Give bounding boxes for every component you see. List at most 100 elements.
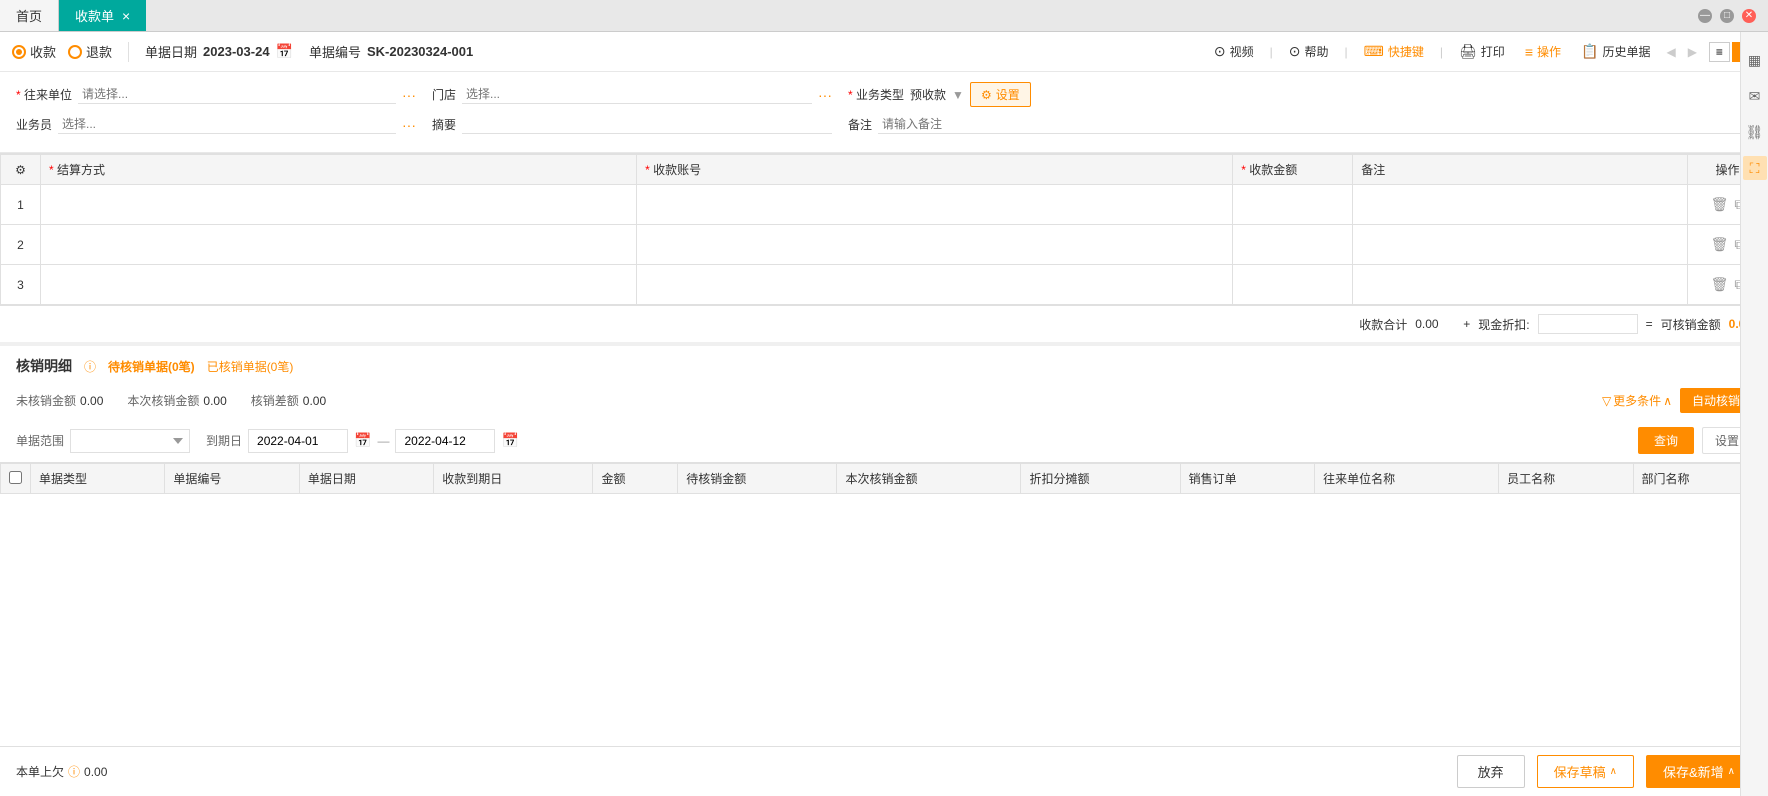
cal-icon-to[interactable]: 📅 — [501, 432, 518, 449]
col-header-checkbox[interactable] — [1, 464, 31, 494]
window-minimize-button[interactable]: — — [1698, 9, 1712, 23]
row-delete-icon-3[interactable]: 🗑 — [1711, 276, 1729, 293]
row-account-1[interactable] — [637, 185, 1233, 225]
current-verify-label: 本次核销金额 — [127, 392, 199, 409]
footer-stat-value: 0.00 — [84, 765, 107, 779]
settings-button[interactable]: ⚙ 设置 — [970, 82, 1031, 107]
verified-tab-link[interactable]: 已核销单据(0笔) — [207, 358, 294, 375]
sidebar-mail-icon[interactable]: ✉ — [1743, 84, 1767, 108]
list-view-button[interactable]: ≡ — [1709, 42, 1730, 62]
query-button[interactable]: 查询 — [1638, 427, 1694, 454]
row-remark-1[interactable] — [1353, 185, 1688, 225]
store-more-icon[interactable]: ··· — [818, 87, 832, 103]
window-close-button[interactable]: ✕ — [1742, 9, 1756, 23]
range-select[interactable] — [70, 429, 190, 453]
business-arrow-icon[interactable]: ▼ — [952, 88, 964, 102]
salesperson-input[interactable] — [58, 115, 396, 134]
business-value: 预收款 — [910, 86, 946, 103]
radio-refund[interactable]: 退款 — [68, 42, 112, 61]
more-conditions-button[interactable]: ▽ 更多条件 ∧ — [1602, 392, 1672, 409]
current-tab-label: 收款单 — [75, 6, 114, 25]
operation-icon: ≡ — [1525, 44, 1533, 60]
row-delete-icon-2[interactable]: 🗑 — [1711, 236, 1729, 253]
row-num-1: 1 — [1, 185, 41, 225]
row-remark-3[interactable] — [1353, 265, 1688, 305]
remark-input[interactable] — [878, 115, 1752, 134]
window-maximize-button[interactable]: □ — [1720, 9, 1734, 23]
diff-stat: 核销差额 0.00 — [251, 392, 326, 409]
tab-close-icon[interactable]: × — [122, 8, 130, 24]
video-button[interactable]: ⊙ 视频 — [1210, 41, 1258, 62]
radio-receipt[interactable]: 收款 — [12, 42, 56, 61]
row-account-3[interactable] — [637, 265, 1233, 305]
home-label: 首页 — [16, 6, 42, 25]
date-value: 2023-03-24 — [203, 44, 270, 59]
date-field: 单据日期 2023-03-24 📅 — [145, 42, 293, 61]
row-num-3: 3 — [1, 265, 41, 305]
pending-tab-link[interactable]: 待核销单据(0笔) — [108, 358, 195, 375]
tab-current[interactable]: 收款单 × — [59, 0, 146, 31]
row-settlement-1[interactable] — [41, 185, 637, 225]
history-button[interactable]: 📋 历史单据 — [1577, 41, 1654, 62]
sidebar-expand-icon[interactable]: ⛶ — [1743, 156, 1767, 180]
due-label: 到期日 — [206, 432, 242, 449]
sidebar-table-icon[interactable]: ▦ — [1743, 48, 1767, 72]
row-delete-icon-1[interactable]: 🗑 — [1711, 196, 1729, 213]
bottom-table-wrapper: 单据类型 单据编号 单据日期 收款到期日 金额 待核销金额 — [0, 463, 1768, 746]
partner-more-icon[interactable]: ··· — [402, 87, 416, 103]
filter-area: ▽ 更多条件 ∧ 自动核销 — [1602, 388, 1752, 413]
summary-input[interactable] — [462, 115, 832, 134]
due-to-input[interactable] — [395, 429, 495, 453]
row-num-2: 2 — [1, 225, 41, 265]
receipt-table-wrapper: ⚙ * 结算方式 * 收款账号 * 收款金额 — [0, 153, 1768, 305]
verification-info-icon[interactable]: ⓘ — [84, 358, 96, 375]
tab-home[interactable]: 首页 — [0, 0, 59, 31]
col-header-account: * 收款账号 — [637, 155, 1233, 185]
col-header-settings[interactable]: ⚙ — [1, 155, 41, 185]
footer-stat: 本单上欠 ⓘ 0.00 — [16, 763, 107, 780]
number-label: 单据编号 — [309, 42, 361, 61]
operation-button[interactable]: ≡ 操作 — [1521, 41, 1565, 62]
total-value: 0.00 — [1415, 317, 1455, 331]
settings-gear-icon: ⚙ — [981, 88, 992, 102]
print-button[interactable]: 🖨 打印 — [1455, 41, 1509, 62]
number-value: SK-20230324-001 — [367, 44, 473, 59]
calendar-icon[interactable]: 📅 — [276, 43, 293, 60]
row-amount-1[interactable] — [1233, 185, 1353, 225]
cal-icon-from[interactable]: 📅 — [354, 432, 371, 449]
row-settlement-2[interactable] — [41, 225, 637, 265]
save-new-button[interactable]: 保存&新增 ∧ — [1646, 755, 1752, 788]
row-amount-2[interactable] — [1233, 225, 1353, 265]
main-toolbar: 收款 退款 单据日期 2023-03-24 📅 单据编号 SK-20230324… — [0, 32, 1768, 72]
help-button[interactable]: ⊙ 帮助 — [1285, 41, 1333, 62]
salesperson-more-icon[interactable]: ··· — [402, 117, 416, 133]
due-from-input[interactable] — [248, 429, 348, 453]
save-draft-button[interactable]: 保存草稿 ∧ — [1537, 755, 1634, 788]
store-input[interactable] — [462, 85, 812, 104]
select-all-checkbox[interactable] — [9, 471, 22, 484]
date-label: 单据日期 — [145, 42, 197, 61]
partner-input[interactable] — [78, 85, 396, 104]
col-header-discount: 折扣分摊额 — [1021, 464, 1180, 494]
equals-sign: = — [1646, 317, 1653, 331]
chevron-up-icon: ∧ — [1663, 394, 1672, 408]
radio-receipt-label: 收款 — [30, 42, 56, 61]
summary-field: 摘要 — [432, 115, 832, 134]
business-select[interactable]: 预收款 ▼ — [910, 86, 964, 103]
row-account-2[interactable] — [637, 225, 1233, 265]
sidebar-attach-icon[interactable]: ⛓ — [1743, 120, 1767, 144]
store-field: 门店 ··· — [432, 85, 832, 104]
discount-input[interactable] — [1538, 314, 1638, 334]
shortcut-button[interactable]: ⌨ 快捷键 — [1360, 41, 1428, 62]
col-header-employee: 员工名称 — [1499, 464, 1633, 494]
save-new-arrow-icon: ∧ — [1728, 766, 1735, 777]
row-amount-3[interactable] — [1233, 265, 1353, 305]
filter-row: 单据范围 到期日 📅 — 📅 查询 设置 — [0, 419, 1768, 463]
abandon-button[interactable]: 放弃 — [1457, 755, 1525, 788]
row-settlement-3[interactable] — [41, 265, 637, 305]
store-label: 门店 — [432, 86, 456, 103]
col-header-type: 单据类型 — [31, 464, 165, 494]
row-remark-2[interactable] — [1353, 225, 1688, 265]
footer-info-icon[interactable]: ⓘ — [68, 763, 80, 780]
receipt-table: ⚙ * 结算方式 * 收款账号 * 收款金额 — [0, 154, 1768, 305]
